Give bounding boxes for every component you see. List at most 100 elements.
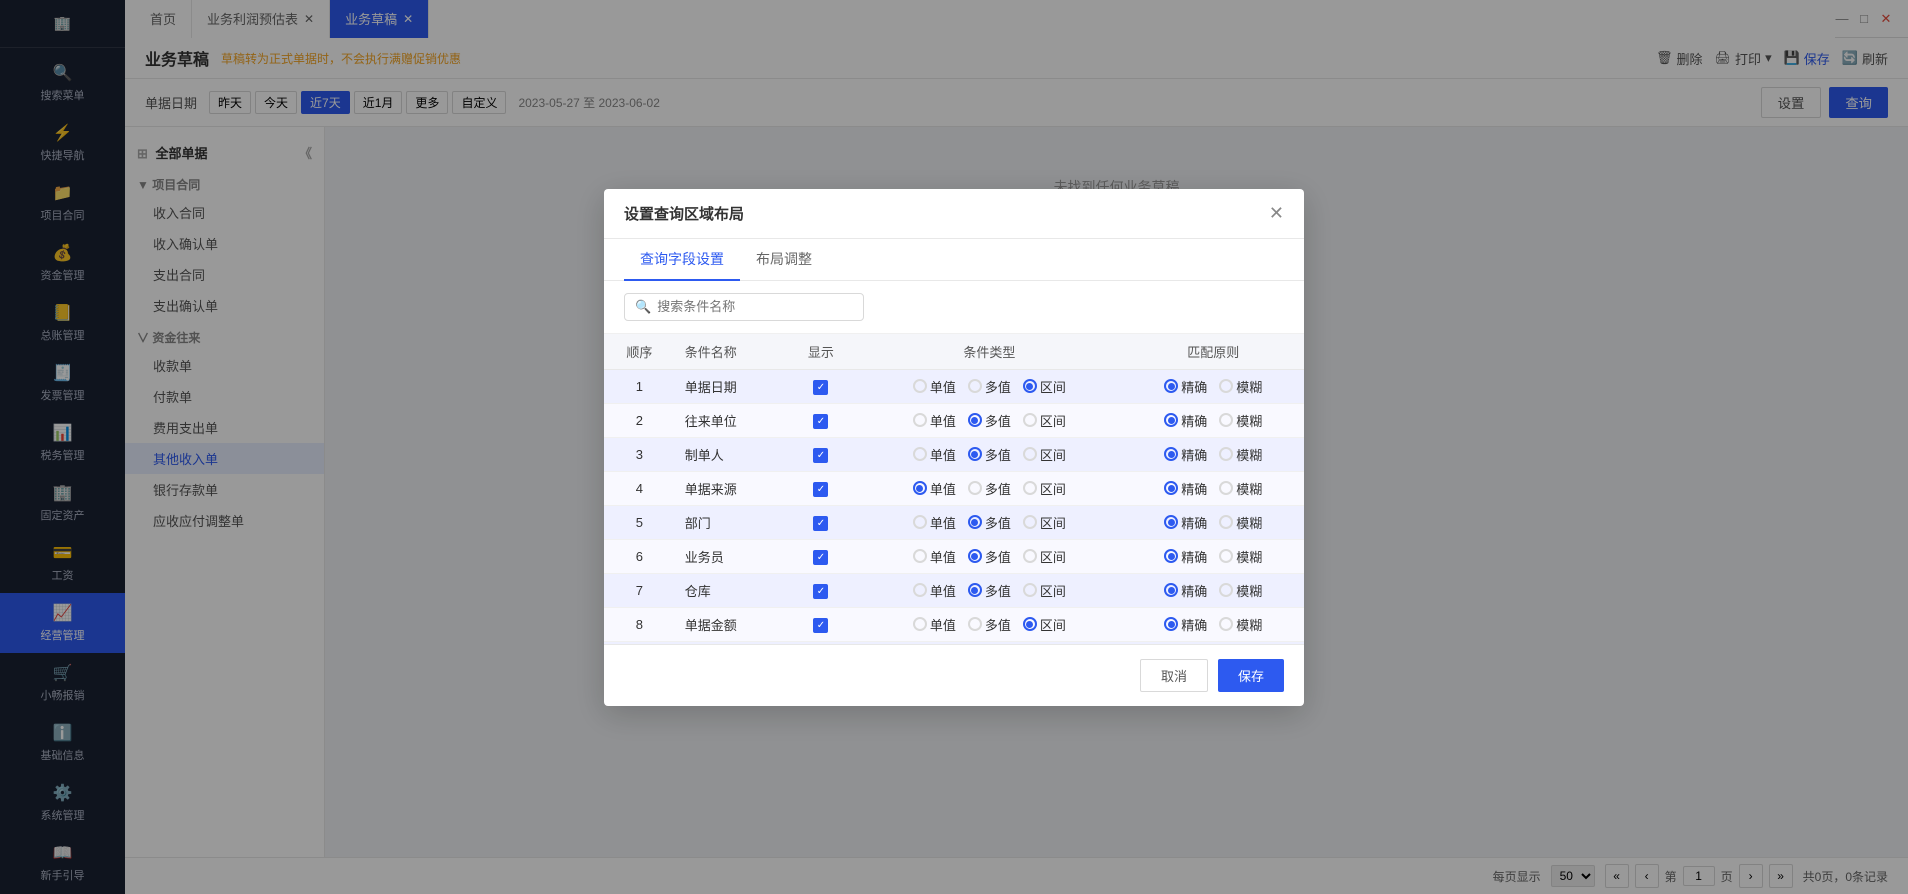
checkbox-show-4[interactable]: ✓ (813, 516, 828, 531)
cell-show-5[interactable]: ✓ (786, 539, 857, 573)
radio-match-circle-precise-2 (1164, 447, 1178, 461)
cell-show-4[interactable]: ✓ (786, 505, 857, 539)
radio-circle-range-0 (1023, 379, 1037, 393)
cell-order-0: 1 (604, 369, 675, 403)
radio-label-multi-5: 多值 (985, 547, 1011, 566)
radio-type-multi-7[interactable]: 多值 (968, 615, 1011, 634)
radio-type-range-1[interactable]: 区间 (1023, 411, 1066, 430)
radio-type-range-5[interactable]: 区间 (1023, 547, 1066, 566)
radio-match-label-precise-7: 精确 (1181, 615, 1207, 634)
radio-match-circle-precise-1 (1164, 413, 1178, 427)
radio-type-range-6[interactable]: 区间 (1023, 581, 1066, 600)
checkbox-show-3[interactable]: ✓ (813, 482, 828, 497)
radio-label-single-7: 单值 (930, 615, 956, 634)
radio-match-fuzzy-5[interactable]: 模糊 (1219, 547, 1262, 566)
radio-label-multi-2: 多值 (985, 445, 1011, 464)
radio-circle-range-7 (1023, 617, 1037, 631)
radio-type-range-2[interactable]: 区间 (1023, 445, 1066, 464)
radio-type-multi-6[interactable]: 多值 (968, 581, 1011, 600)
radio-match-fuzzy-2[interactable]: 模糊 (1219, 445, 1262, 464)
radio-match-precise-1[interactable]: 精确 (1164, 411, 1207, 430)
cell-match-1: 精确模糊 (1122, 403, 1304, 437)
cell-match-3: 精确模糊 (1122, 471, 1304, 505)
cell-name-4: 部门 (675, 505, 786, 539)
cell-show-2[interactable]: ✓ (786, 437, 857, 471)
cell-show-6[interactable]: ✓ (786, 573, 857, 607)
radio-match-precise-6[interactable]: 精确 (1164, 581, 1207, 600)
radio-circle-range-2 (1023, 447, 1037, 461)
checkbox-show-7[interactable]: ✓ (813, 618, 828, 633)
cell-show-7[interactable]: ✓ (786, 607, 857, 641)
radio-match-fuzzy-3[interactable]: 模糊 (1219, 479, 1262, 498)
search-input[interactable] (657, 299, 853, 314)
radio-match-label-precise-6: 精确 (1181, 581, 1207, 600)
radio-match-precise-3[interactable]: 精确 (1164, 479, 1207, 498)
radio-match-label-fuzzy-2: 模糊 (1236, 445, 1262, 464)
radio-match-fuzzy-4[interactable]: 模糊 (1219, 513, 1262, 532)
radio-type-multi-0[interactable]: 多值 (968, 377, 1011, 396)
radio-type-range-0[interactable]: 区间 (1023, 377, 1066, 396)
radio-type-single-1[interactable]: 单值 (913, 411, 956, 430)
radio-match-label-precise-2: 精确 (1181, 445, 1207, 464)
checkbox-show-6[interactable]: ✓ (813, 584, 828, 599)
dialog-header: 设置查询区域布局 ✕ (604, 189, 1304, 239)
radio-match-precise-5[interactable]: 精确 (1164, 547, 1207, 566)
checkbox-show-1[interactable]: ✓ (813, 414, 828, 429)
dialog-close-button[interactable]: ✕ (1269, 203, 1284, 224)
radio-match-label-fuzzy-7: 模糊 (1236, 615, 1262, 634)
radio-type-multi-5[interactable]: 多值 (968, 547, 1011, 566)
radio-circle-range-6 (1023, 583, 1037, 597)
radio-match-precise-7[interactable]: 精确 (1164, 615, 1207, 634)
radio-label-multi-0: 多值 (985, 377, 1011, 396)
table-row: 8单据金额✓单值多值区间精确模糊 (604, 607, 1304, 641)
radio-match-label-precise-1: 精确 (1181, 411, 1207, 430)
radio-match-precise-2[interactable]: 精确 (1164, 445, 1207, 464)
tab-fields[interactable]: 查询字段设置 (624, 239, 740, 281)
radio-type-single-0[interactable]: 单值 (913, 377, 956, 396)
radio-match-precise-4[interactable]: 精确 (1164, 513, 1207, 532)
table-row: 4单据来源✓单值多值区间精确模糊 (604, 471, 1304, 505)
radio-type-range-4[interactable]: 区间 (1023, 513, 1066, 532)
cell-show-3[interactable]: ✓ (786, 471, 857, 505)
config-table-container: 顺序 条件名称 显示 条件类型 匹配原则 1单据日期✓单值多值区间精确模糊2往来… (604, 334, 1304, 644)
radio-match-fuzzy-6[interactable]: 模糊 (1219, 581, 1262, 600)
radio-circle-single-0 (913, 379, 927, 393)
radio-type-single-3[interactable]: 单值 (913, 479, 956, 498)
radio-match-fuzzy-7[interactable]: 模糊 (1219, 615, 1262, 634)
cell-match-6: 精确 模糊 (1122, 573, 1304, 607)
radio-type-range-7[interactable]: 区间 (1023, 615, 1066, 634)
radio-label-multi-4: 多值 (985, 513, 1011, 532)
tab-layout[interactable]: 布局调整 (740, 239, 828, 281)
radio-match-circle-precise-4 (1164, 515, 1178, 529)
radio-match-circle-fuzzy-3 (1219, 481, 1233, 495)
cell-type-6: 单值多值区间 (856, 573, 1122, 607)
radio-match-precise-0[interactable]: 精确 (1164, 377, 1207, 396)
radio-match-fuzzy-0[interactable]: 模糊 (1219, 377, 1262, 396)
cancel-button[interactable]: 取消 (1140, 659, 1208, 692)
checkbox-show-2[interactable]: ✓ (813, 448, 828, 463)
radio-type-range-3[interactable]: 区间 (1023, 479, 1066, 498)
radio-type-multi-3[interactable]: 多值 (968, 479, 1011, 498)
checkbox-show-5[interactable]: ✓ (813, 550, 828, 565)
radio-label-multi-7: 多值 (985, 615, 1011, 634)
radio-type-multi-2[interactable]: 多值 (968, 445, 1011, 464)
dialog-title: 设置查询区域布局 (624, 203, 744, 224)
table-row: 2往来单位✓单值多值区间精确模糊 (604, 403, 1304, 437)
radio-type-single-2[interactable]: 单值 (913, 445, 956, 464)
dialog-save-button[interactable]: 保存 (1218, 659, 1284, 692)
radio-type-multi-4[interactable]: 多值 (968, 513, 1011, 532)
radio-type-single-4[interactable]: 单值 (913, 513, 956, 532)
radio-match-label-fuzzy-6: 模糊 (1236, 581, 1262, 600)
radio-match-circle-precise-7 (1164, 617, 1178, 631)
cell-show-1[interactable]: ✓ (786, 403, 857, 437)
radio-type-multi-1[interactable]: 多值 (968, 411, 1011, 430)
cell-show-0[interactable]: ✓ (786, 369, 857, 403)
radio-circle-single-3 (913, 481, 927, 495)
radio-type-single-7[interactable]: 单值 (913, 615, 956, 634)
checkbox-show-0[interactable]: ✓ (813, 380, 828, 395)
cell-order-5: 6 (604, 539, 675, 573)
radio-type-single-6[interactable]: 单值 (913, 581, 956, 600)
radio-type-single-5[interactable]: 单值 (913, 547, 956, 566)
cell-name-1: 往来单位 (675, 403, 786, 437)
radio-match-fuzzy-1[interactable]: 模糊 (1219, 411, 1262, 430)
